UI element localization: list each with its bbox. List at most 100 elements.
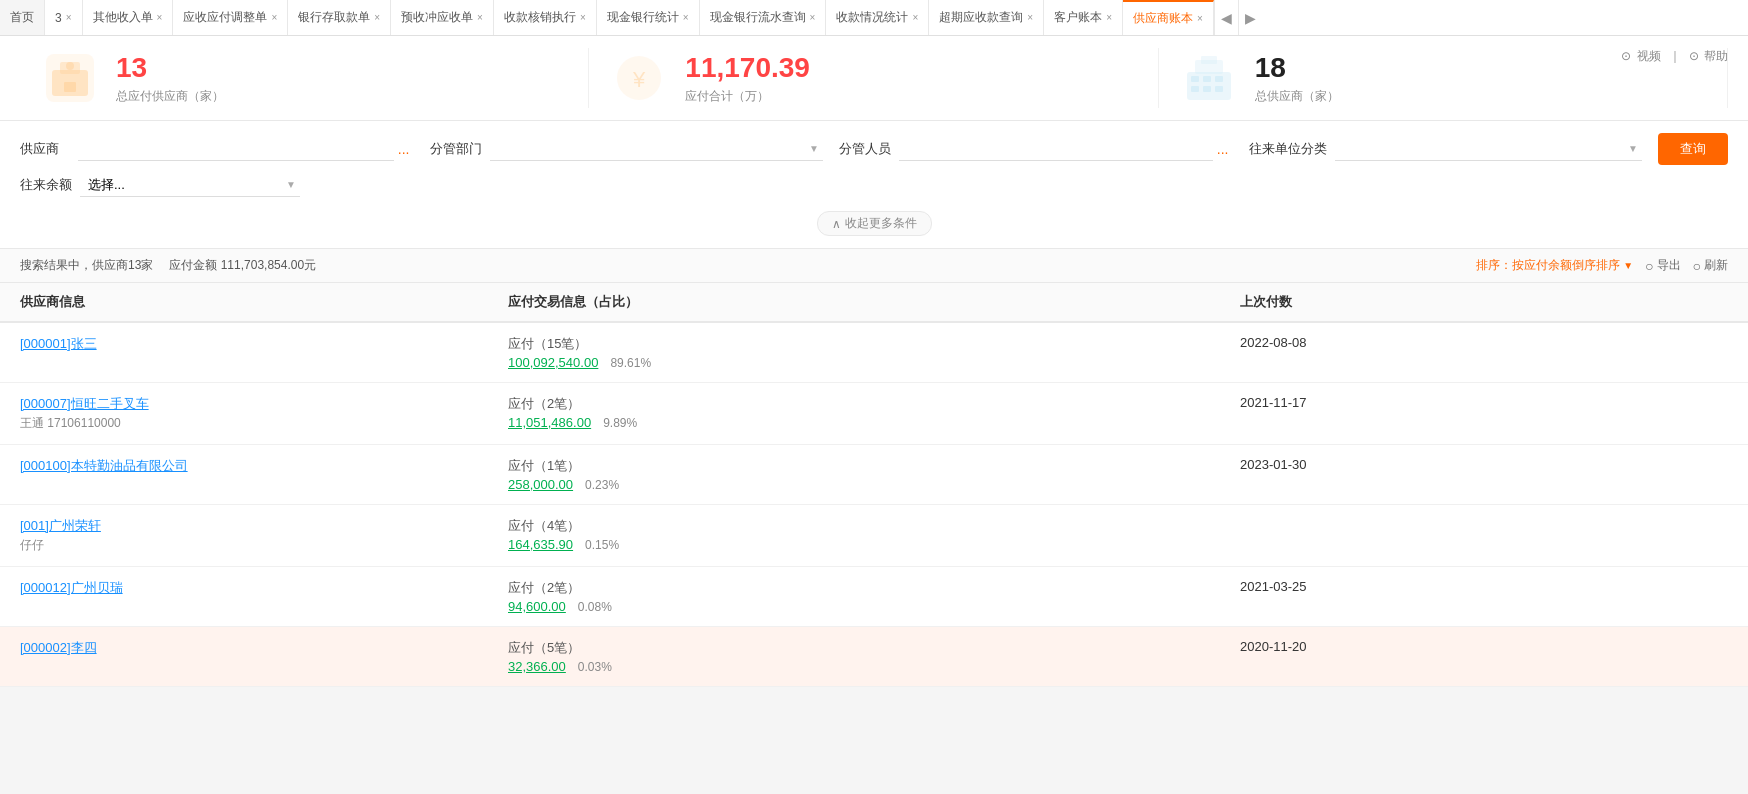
dept-select-wrapper: ▼ [490,137,824,161]
supplier-filter-input[interactable] [78,137,394,161]
svg-rect-12 [1203,86,1211,92]
filter-supplier: 供应商 ... [20,137,414,161]
nav-tab-ap-adjustment[interactable]: 应收应付调整单 × [173,0,288,36]
nav-next-arrow[interactable]: ▶ [1238,0,1262,36]
tx-amount-row: 32,366.000.03% [508,659,1240,674]
video-label: 视频 [1637,49,1661,63]
last-pay-date: 2020-11-20 [1240,639,1307,654]
sort-text: 排序：按应付余额倒序排序 [1476,258,1620,272]
total-supplier-icon [1179,48,1239,108]
filter-category: 往来单位分类 ▼ [1249,137,1643,161]
nav-tab-payment-exec[interactable]: 收款核销执行 × [494,0,597,36]
tx-amount-row: 11,051,486.00 9.89% [508,415,1240,430]
query-button[interactable]: 查询 [1658,133,1728,165]
close-tab-cash-bank-stat[interactable]: × [683,12,689,23]
close-tab-prepay-offset[interactable]: × [477,12,483,23]
nav-tab-prepay-offset[interactable]: 预收冲应收单 × [391,0,494,36]
tx-percent: 0.23% [585,478,619,492]
results-amount-text: 应付金额 111,703,854.00元 [169,257,316,274]
close-tab-ap-adjustment[interactable]: × [271,12,277,23]
nav-tab-3[interactable]: 3 × [45,0,83,36]
sort-label[interactable]: 排序：按应付余额倒序排序 ▼ [1476,257,1633,274]
table-row: [000007]恒旺二手叉车王通 17106110000应付（2笔）11,051… [0,383,1748,445]
tx-amount-link[interactable]: 11,051,486.00 [508,415,591,430]
close-tab-supplier-account[interactable]: × [1197,13,1203,24]
table-row: [000001]张三应付（15笔）100,092,540.0089.61%202… [0,323,1748,383]
balance-select-wrapper: 选择... ▼ [80,173,300,197]
nav-tab-bank-deposit-label: 银行存取款单 [298,9,370,26]
ap-total-info: 11,170.39 应付合计（万） [685,51,810,106]
filter-balance: 往来余额 选择... ▼ [20,173,300,197]
supplier-link[interactable]: [000001]张三 [20,336,97,351]
nav-tab-payment-stat[interactable]: 收款情况统计 × [826,0,929,36]
top-navigation: 首页 3 × 其他收入单 × 应收应付调整单 × 银行存取款单 × 预收冲应收单… [0,0,1748,36]
refresh-btn[interactable]: ○ 刷新 [1693,257,1728,274]
supplier-link[interactable]: [000002]李四 [20,640,97,655]
close-tab-payment-stat[interactable]: × [912,12,918,23]
nav-tab-supplier-account[interactable]: 供应商账本 × [1123,0,1214,36]
close-tab-3[interactable]: × [66,12,72,23]
supplier-link[interactable]: [000012]广州贝瑞 [20,580,123,595]
nav-tab-cash-bank-flow[interactable]: 现金银行流水查询 × [700,0,827,36]
svg-point-4 [66,62,74,70]
tx-label: 应付（4笔） [508,517,1240,535]
supplier-link[interactable]: [001]广州荣轩 [20,518,101,533]
video-link[interactable]: ⊙ 视频 [1621,48,1660,65]
nav-tab-3-label: 3 [55,11,62,25]
close-tab-payment-exec[interactable]: × [580,12,586,23]
supplier-sub-info: 王通 17106110000 [20,415,508,432]
close-tab-overdue-query[interactable]: × [1027,12,1033,23]
dept-select[interactable] [490,137,810,160]
collapse-bar: ∧ 收起更多条件 [20,205,1728,240]
category-filter-label: 往来单位分类 [1249,140,1327,158]
nav-prev-arrow[interactable]: ◀ [1214,0,1238,36]
summary-card-ap-suppliers: 13 总应付供应商（家） [20,48,589,108]
supplier-link[interactable]: [000100]本特勤油品有限公司 [20,458,188,473]
supplier-info-cell: [001]广州荣轩仔仔 [20,517,508,554]
tx-amount-link[interactable]: 32,366.00 [508,659,566,674]
collapse-button[interactable]: ∧ 收起更多条件 [817,211,932,236]
person-ellipsis-btn[interactable]: ... [1213,141,1233,157]
balance-select[interactable]: 选择... [80,173,286,196]
supplier-sub-info: 仔仔 [20,537,508,554]
export-btn[interactable]: ○ 导出 [1645,257,1680,274]
tx-percent: 9.89% [603,416,637,430]
nav-tab-overdue-query[interactable]: 超期应收款查询 × [929,0,1044,36]
last-pay-cell: 2023-01-30 [1240,457,1728,472]
export-label: 导出 [1657,257,1681,274]
dept-dropdown-arrow: ▼ [809,143,823,154]
transaction-info-cell: 应付（1笔）258,000.000.23% [508,457,1240,492]
last-pay-cell: 2020-11-20 [1240,639,1728,654]
close-tab-cash-bank-flow[interactable]: × [810,12,816,23]
supplier-link[interactable]: [000007]恒旺二手叉车 [20,396,149,411]
help-link[interactable]: ⊙ 帮助 [1689,48,1728,65]
balance-filter-label: 往来余额 [20,176,72,194]
last-pay-cell: 2021-11-17 [1240,395,1728,410]
nav-tab-customer-account[interactable]: 客户账本 × [1044,0,1123,36]
filter-row-2: 往来余额 选择... ▼ [20,173,1728,197]
col-header-transaction: 应付交易信息（占比） [508,293,1240,311]
close-tab-other-income[interactable]: × [157,12,163,23]
tx-amount-link[interactable]: 258,000.00 [508,477,573,492]
supplier-ellipsis-btn[interactable]: ... [394,141,414,157]
table-body: [000001]张三应付（15笔）100,092,540.0089.61%202… [0,323,1748,687]
supplier-info-cell: [000012]广州贝瑞 [20,579,508,597]
category-dropdown-arrow: ▼ [1628,143,1642,154]
nav-tab-other-income[interactable]: 其他收入单 × [83,0,174,36]
nav-tab-bank-deposit[interactable]: 银行存取款单 × [288,0,391,36]
svg-text:¥: ¥ [632,67,646,92]
nav-tab-other-income-label: 其他收入单 [93,9,153,26]
tx-amount-link[interactable]: 94,600.00 [508,599,566,614]
svg-rect-15 [1201,56,1217,64]
close-tab-customer-account[interactable]: × [1106,12,1112,23]
nav-tab-home[interactable]: 首页 [0,0,45,36]
tx-amount-link[interactable]: 100,092,540.00 [508,355,598,370]
close-tab-bank-deposit[interactable]: × [374,12,380,23]
ap-supplier-number: 13 [116,51,224,85]
person-filter-input[interactable] [899,137,1213,161]
category-select[interactable] [1335,137,1629,160]
person-filter-label: 分管人员 [839,140,891,158]
tx-amount-row: 258,000.00 0.23% [508,477,1240,492]
nav-tab-cash-bank-stat[interactable]: 现金银行统计 × [597,0,700,36]
tx-amount-link[interactable]: 164,635.90 [508,537,573,552]
